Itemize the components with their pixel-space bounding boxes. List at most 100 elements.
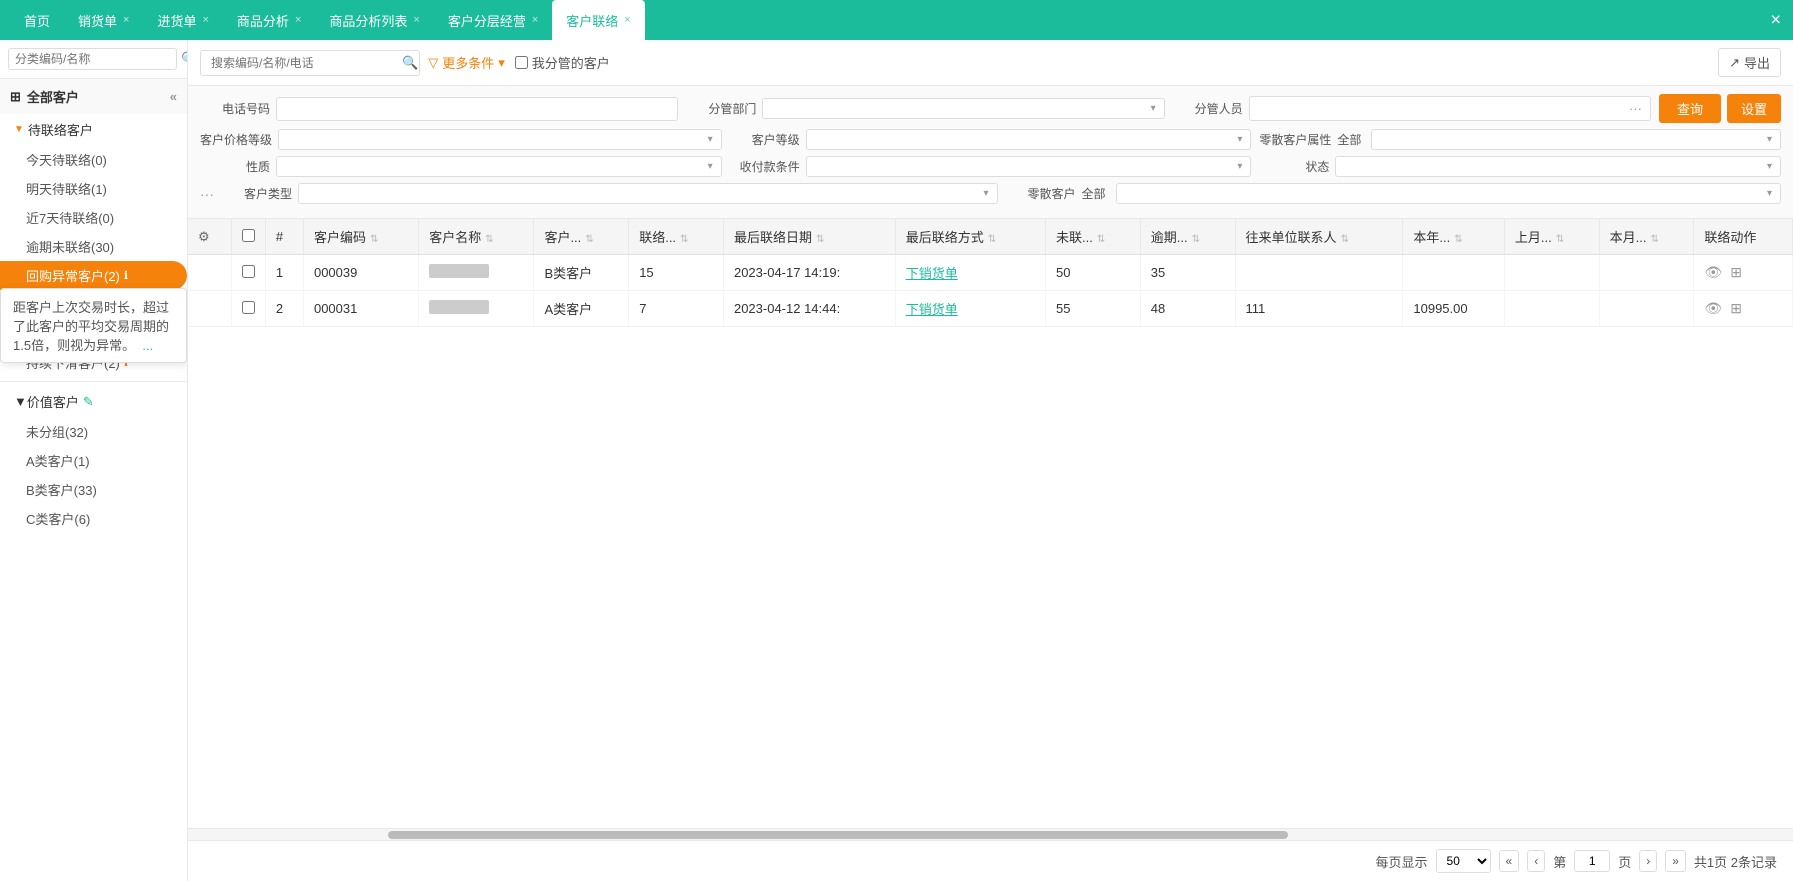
valuation-group[interactable]: ▼ 价值客户 ✎ [0, 386, 187, 417]
sidebar-item-c-class[interactable]: C类客户(6) [0, 504, 187, 533]
grid-icon-2[interactable]: ⊞ [1730, 300, 1742, 317]
close-purchase-order[interactable]: × [202, 14, 208, 26]
td-code-2: 000031 [303, 291, 418, 327]
person-dots[interactable]: ··· [1629, 101, 1642, 116]
page-number-input[interactable] [1574, 850, 1610, 872]
th-overdue[interactable]: 逾期...⇅ [1140, 219, 1235, 255]
lastmethod-link-2[interactable]: 下销货单 [906, 302, 958, 317]
sidebar-item-repurchase-anomaly[interactable]: 回购异常客户(2) ℹ [0, 261, 187, 290]
main-search-icon[interactable]: 🔍 [402, 55, 418, 71]
caret-icon7: ▾ [1767, 161, 1772, 172]
close-product-analysis-list[interactable]: × [413, 14, 419, 26]
customer-level-select[interactable]: ▾ [806, 129, 1252, 150]
th-level[interactable]: 客户...⇅ [534, 219, 629, 255]
caret-icon: ▾ [1151, 103, 1156, 114]
more-conditions-button[interactable]: ▽ 更多条件 ▾ [428, 53, 505, 72]
sidebar-item-b-class[interactable]: B类客户(33) [0, 475, 187, 504]
sidebar-item-a-class[interactable]: A类客户(1) [0, 446, 187, 475]
sidebar-item-ungrouped[interactable]: 未分组(32) [0, 417, 187, 446]
last-page-button[interactable]: » [1665, 850, 1686, 872]
sidebar-collapse-icon[interactable]: « [170, 89, 177, 104]
th-lastmonth[interactable]: 上月...⇅ [1504, 219, 1599, 255]
action-icons-1: 👁 ⊞ [1704, 264, 1782, 281]
td-lastmethod-2[interactable]: 下销货单 [895, 291, 1045, 327]
scrollbar-thumb[interactable] [388, 831, 1288, 839]
filter-nature: 性质 ▾ [200, 156, 722, 177]
td-settings-1 [188, 255, 231, 291]
close-product-analysis[interactable]: × [295, 14, 301, 26]
first-page-button[interactable]: « [1499, 850, 1520, 872]
select-all-checkbox[interactable] [242, 229, 255, 242]
close-customer-tiers[interactable]: × [532, 14, 538, 26]
sidebar-item-today[interactable]: 今天待联络(0) [0, 145, 187, 174]
td-checkbox-1[interactable] [231, 255, 265, 291]
td-level-1: B类客户 [534, 255, 629, 291]
settings-gear-icon[interactable]: ⚙ [198, 229, 210, 244]
all-customers-section[interactable]: ⊞ 全部客户 « [0, 79, 187, 114]
prev-page-button[interactable]: ‹ [1527, 850, 1545, 872]
sidebar-search-icon[interactable]: 🔍 [181, 51, 188, 67]
person-select[interactable]: ··· [1249, 96, 1651, 121]
retail-attr-select[interactable]: ▾ [1371, 129, 1781, 150]
eye-icon-1[interactable]: 👁 [1704, 264, 1722, 281]
export-button[interactable]: ↗ 导出 [1718, 48, 1781, 77]
td-checkbox-2[interactable] [231, 291, 265, 327]
my-customers-checkbox-area[interactable]: 我分管的客户 [515, 53, 610, 72]
th-settings[interactable]: ⚙ [188, 219, 231, 255]
th-code[interactable]: 客户编码⇅ [303, 219, 418, 255]
retail-customer-select[interactable]: ▾ [1116, 183, 1781, 204]
close-sales-order[interactable]: × [123, 14, 129, 26]
td-thisyear-1 [1403, 255, 1505, 291]
payment-select[interactable]: ▾ [806, 156, 1252, 177]
eye-icon-2[interactable]: 👁 [1704, 300, 1722, 317]
edit-icon[interactable]: ✎ [83, 394, 94, 410]
th-contact[interactable]: 联络...⇅ [629, 219, 724, 255]
nav-product-analysis-list[interactable]: 商品分析列表 × [315, 0, 433, 40]
tooltip-more-link[interactable]: ... [142, 338, 153, 353]
nature-select[interactable]: ▾ [276, 156, 722, 177]
next-page-button[interactable]: › [1639, 850, 1657, 872]
caret-icon8: ▾ [983, 188, 988, 199]
row2-checkbox[interactable] [242, 301, 255, 314]
phone-input[interactable] [276, 97, 678, 121]
sidebar-item-tomorrow[interactable]: 明天待联络(1) [0, 174, 187, 203]
nav-customer-contact[interactable]: 客户联络 × [552, 0, 644, 40]
nav-purchase-order[interactable]: 进货单 × [143, 0, 222, 40]
lastmethod-link-1[interactable]: 下销货单 [906, 266, 958, 281]
th-name[interactable]: 客户名称⇅ [419, 219, 534, 255]
main-search-input[interactable] [200, 50, 420, 76]
nav-sales-order[interactable]: 销货单 × [64, 0, 143, 40]
page-size-select[interactable]: 50 100 200 [1436, 849, 1491, 873]
my-customers-checkbox[interactable] [515, 56, 528, 69]
row1-checkbox[interactable] [242, 265, 255, 278]
dept-select[interactable]: ▾ [762, 98, 1164, 119]
query-button[interactable]: 查询 [1659, 94, 1721, 123]
th-checkbox[interactable] [231, 219, 265, 255]
sidebar-item-overdue[interactable]: 逾期未联络(30) [0, 232, 187, 261]
nav-customer-tiers[interactable]: 客户分层经营 × [434, 0, 552, 40]
horizontal-scrollbar[interactable] [188, 828, 1793, 840]
sort-icon-overdue: ⇅ [1192, 234, 1200, 245]
th-contact2[interactable]: 往来单位联系人⇅ [1235, 219, 1403, 255]
sidebar-search-input[interactable] [8, 48, 177, 70]
close-customer-contact[interactable]: × [624, 14, 630, 26]
row4-dots-button[interactable]: ··· [200, 186, 214, 202]
td-lastmethod-1[interactable]: 下销货单 [895, 255, 1045, 291]
td-action-2: 👁 ⊞ [1694, 291, 1793, 327]
close-all-button[interactable]: × [1770, 10, 1781, 31]
status-select[interactable]: ▾ [1335, 156, 1781, 177]
price-level-select[interactable]: ▾ [278, 129, 722, 150]
th-thisyear[interactable]: 本年...⇅ [1403, 219, 1505, 255]
sidebar-item-7days[interactable]: 近7天待联络(0) [0, 203, 187, 232]
filter-retail-attribute: 零散客户属性 全部 ▾ [1259, 129, 1781, 150]
settings-button[interactable]: 设置 [1727, 94, 1781, 123]
th-lastdate[interactable]: 最后联络日期⇅ [723, 219, 895, 255]
th-nocontact[interactable]: 未联...⇅ [1046, 219, 1141, 255]
nav-product-analysis[interactable]: 商品分析 × [223, 0, 315, 40]
th-lastmethod[interactable]: 最后联络方式⇅ [895, 219, 1045, 255]
pending-contact-group[interactable]: ▼ 待联络客户 [0, 114, 187, 145]
th-thismonth[interactable]: 本月...⇅ [1599, 219, 1694, 255]
customer-type-select[interactable]: ▾ [298, 183, 998, 204]
grid-icon-1[interactable]: ⊞ [1730, 264, 1742, 281]
nav-home[interactable]: 首页 [10, 0, 64, 40]
